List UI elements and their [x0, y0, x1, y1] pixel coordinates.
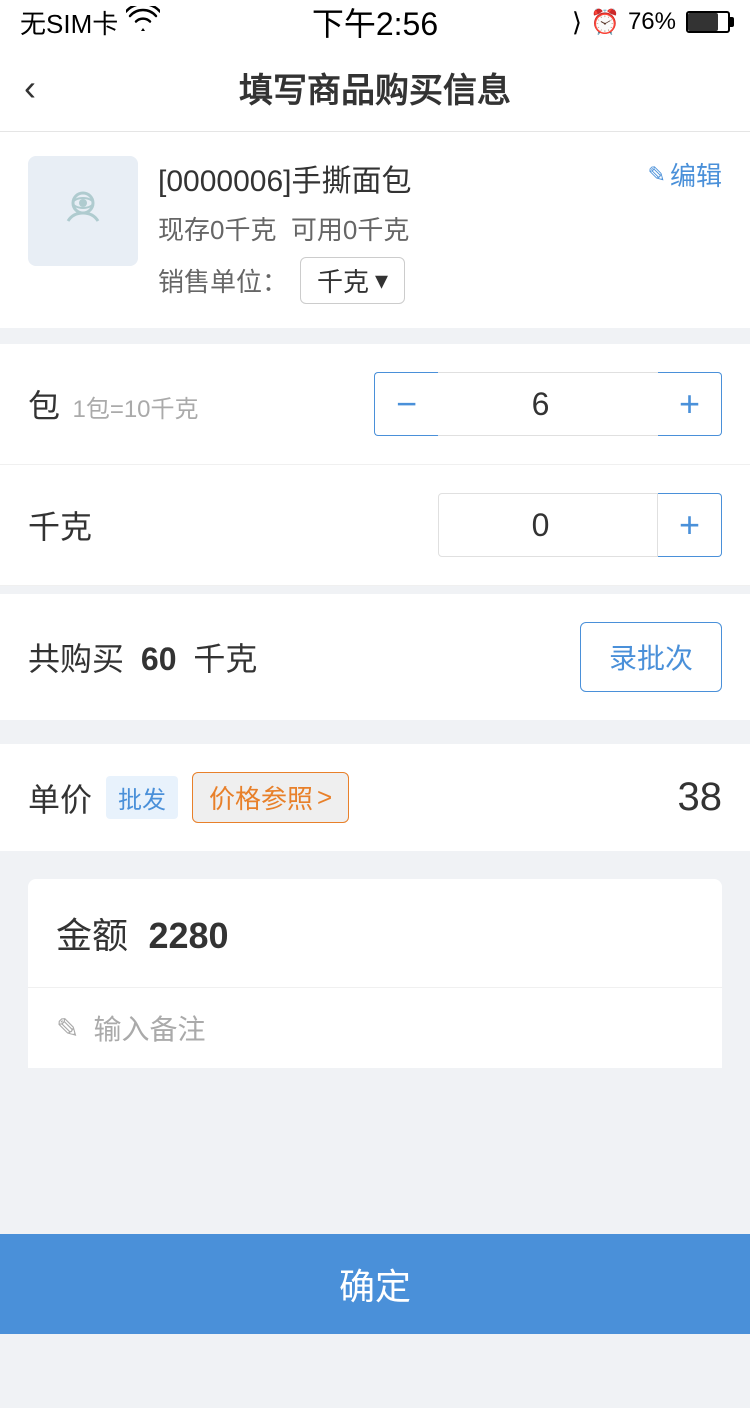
- product-section: [0000006]手撕面包 ✎编辑 现存0千克 可用0千克 销售单位： 千克 ▾: [0, 132, 750, 328]
- total-row: 共购买 60 千克 录批次: [0, 586, 750, 720]
- product-info: [0000006]手撕面包 ✎编辑 现存0千克 可用0千克 销售单位： 千克 ▾: [158, 156, 722, 304]
- note-placeholder: 输入备注: [93, 1008, 205, 1048]
- bao-sublabel: 1包=10千克: [72, 396, 198, 423]
- unit-select[interactable]: 千克 ▾: [300, 257, 405, 304]
- kg-plus-button[interactable]: +: [658, 493, 722, 557]
- bao-qty-row: 包 1包=10千克 − +: [0, 344, 750, 465]
- bao-minus-button[interactable]: −: [374, 372, 438, 436]
- product-stock: 现存0千克 可用0千克: [158, 210, 722, 247]
- confirm-button[interactable]: 确定: [0, 1234, 750, 1334]
- bao-qty-controls: − +: [374, 372, 722, 436]
- price-label: 单价: [28, 775, 92, 821]
- amount-section: 金额 2280 ✎ 输入备注: [0, 851, 750, 1068]
- carrier-text: 无SIM卡: [20, 4, 118, 41]
- status-right: ⟩ ⏰ 76%: [572, 7, 730, 38]
- kg-qty-controls: +: [438, 493, 722, 557]
- product-unit-row: 销售单位： 千克 ▾: [158, 257, 722, 304]
- total-text: 共购买 60 千克: [28, 634, 257, 680]
- product-title-row: [0000006]手撕面包 ✎编辑: [158, 156, 722, 200]
- price-value: 38: [678, 775, 723, 820]
- battery-text: 76%: [628, 8, 676, 36]
- nav-bar: ‹ 填写商品购买信息: [0, 44, 750, 132]
- location-icon: ⟩: [572, 7, 582, 38]
- page-title: 填写商品购买信息: [239, 63, 511, 112]
- product-image: [28, 156, 138, 266]
- battery-icon: [686, 11, 730, 33]
- kg-qty-row: 千克 +: [0, 465, 750, 586]
- kg-qty-input[interactable]: [438, 493, 658, 557]
- batch-button[interactable]: 录批次: [580, 622, 722, 692]
- bao-plus-button[interactable]: +: [658, 372, 722, 436]
- pencil-icon: ✎: [56, 1012, 79, 1045]
- price-section: 单价 批发 价格参照 > 38: [0, 736, 750, 851]
- amount-row: 金额 2280: [28, 879, 722, 987]
- quantity-section: 包 1包=10千克 − + 千克 +: [0, 344, 750, 586]
- price-left: 单价 批发 价格参照 >: [28, 772, 349, 823]
- product-name: [0000006]手撕面包: [158, 156, 411, 200]
- price-tag: 批发: [106, 776, 178, 819]
- bao-label: 包: [28, 388, 60, 424]
- note-row[interactable]: ✎ 输入备注: [28, 987, 722, 1068]
- amount-value: 2280: [148, 915, 228, 956]
- kg-label-group: 千克: [28, 502, 438, 548]
- amount-label: 金额: [56, 915, 128, 956]
- price-ref-button[interactable]: 价格参照 >: [192, 772, 349, 823]
- status-left: 无SIM卡: [20, 4, 160, 41]
- status-bar: 无SIM卡 下午2:56 ⟩ ⏰ 76%: [0, 0, 750, 44]
- bao-label-group: 包 1包=10千克: [28, 381, 374, 427]
- edit-button[interactable]: ✎编辑: [648, 156, 722, 193]
- wifi-icon: [126, 6, 160, 39]
- alarm-icon: ⏰: [590, 8, 620, 37]
- bao-qty-input[interactable]: [438, 372, 658, 436]
- status-time: 下午2:56: [312, 0, 438, 45]
- kg-label: 千克: [28, 509, 92, 545]
- back-button[interactable]: ‹: [24, 67, 36, 109]
